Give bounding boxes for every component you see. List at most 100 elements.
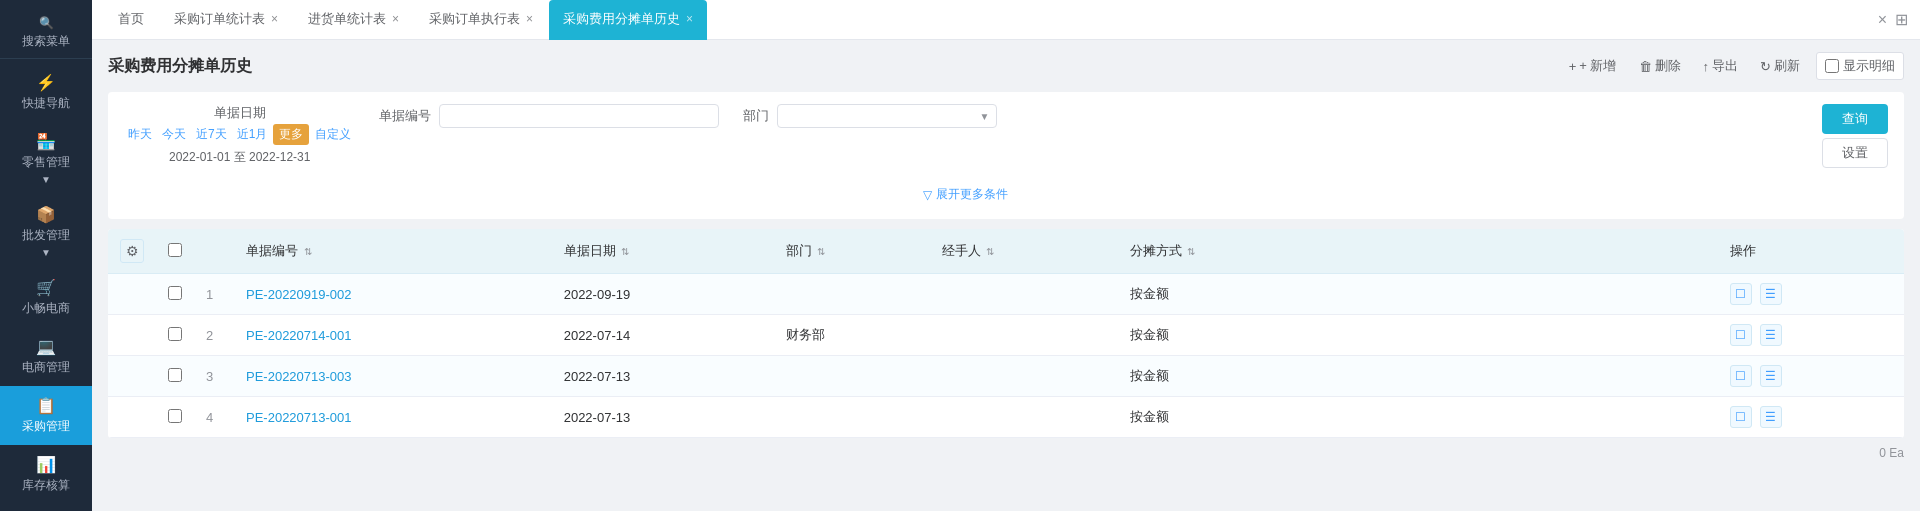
row-actions-cell: ☐ ☰ — [1718, 356, 1904, 397]
table-gear-btn[interactable]: ⚙ — [120, 239, 144, 263]
sidebar-item-inventory[interactable]: 📊 库存核算 — [0, 445, 92, 504]
tab-bar-actions: × ⊞ — [1878, 10, 1908, 29]
row-docno-link[interactable]: PE-20220713-001 — [246, 410, 352, 425]
shortcut-more[interactable]: 更多 — [273, 124, 309, 145]
row-actions-cell: ☐ ☰ — [1718, 274, 1904, 315]
dept-input[interactable] — [777, 104, 997, 128]
sidebar-item-purchase[interactable]: 📋 采购管理 — [0, 386, 92, 445]
search-icon: 🔍 — [39, 16, 54, 30]
row-view-icon[interactable]: ☐ — [1730, 365, 1752, 387]
split-sort-icon[interactable]: ⇅ — [1187, 246, 1195, 257]
add-button[interactable]: + + 新增 — [1563, 53, 1623, 79]
docno-input[interactable] — [439, 104, 719, 128]
row-split-method-cell: 按金额 — [1118, 356, 1718, 397]
row-checkbox[interactable] — [168, 286, 182, 300]
row-view-icon[interactable]: ☐ — [1730, 324, 1752, 346]
filter-dept-group: 部门 ▼ — [743, 104, 991, 128]
row-checkbox-cell — [156, 356, 194, 397]
shortcut-today[interactable]: 今天 — [158, 124, 190, 145]
row-detail-icon[interactable]: ☰ — [1760, 406, 1782, 428]
date-sort-icon[interactable]: ⇅ — [621, 246, 629, 257]
sidebar-item-retail[interactable]: 🏪 零售管理 ▼ — [0, 122, 92, 195]
export-icon: ↑ — [1703, 59, 1710, 74]
filter-date-group: 单据日期 昨天 今天 近7天 近1月 更多 自定义 2022-01-01 至 2… — [124, 104, 355, 166]
sidebar-purchase-label: 采购管理 — [22, 418, 70, 435]
shortcut-custom[interactable]: 自定义 — [311, 124, 355, 145]
row-dept-cell — [774, 274, 930, 315]
row-checkbox[interactable] — [168, 368, 182, 382]
tab-purchase-fee-history-close[interactable]: × — [686, 12, 693, 26]
row-actions-cell: ☐ ☰ — [1718, 315, 1904, 356]
docno-label: 单据编号 — [379, 107, 431, 125]
row-detail-icon[interactable]: ☰ — [1760, 283, 1782, 305]
wholesale-icon: 📦 — [36, 205, 56, 224]
page-header: 采购费用分摊单历史 + + 新增 🗑 删除 ↑ 导出 ↻ 刷新 — [108, 52, 1904, 80]
handler-sort-icon[interactable]: ⇅ — [986, 246, 994, 257]
row-dept-cell — [774, 356, 930, 397]
row-action-icons: ☐ ☰ — [1730, 283, 1892, 305]
tab-home[interactable]: 首页 — [104, 0, 158, 40]
show-cols-checkbox[interactable] — [1825, 59, 1839, 73]
tab-purchase-order-stats-label: 采购订单统计表 — [174, 10, 265, 28]
sidebar-item-quick-nav[interactable]: ⚡ 快捷导航 — [0, 63, 92, 122]
tab-purchase-order-exec[interactable]: 采购订单执行表 × — [415, 0, 547, 40]
row-checkbox[interactable] — [168, 327, 182, 341]
row-action-icons: ☐ ☰ — [1730, 324, 1892, 346]
row-view-icon[interactable]: ☐ — [1730, 283, 1752, 305]
row-docno-link[interactable]: PE-20220714-001 — [246, 328, 352, 343]
dept-sort-icon[interactable]: ⇅ — [817, 246, 825, 257]
row-handler-cell — [930, 315, 1118, 356]
page-body: 采购费用分摊单历史 + + 新增 🗑 删除 ↑ 导出 ↻ 刷新 — [92, 40, 1920, 511]
col-rownum — [194, 229, 234, 274]
docno-sort-icon[interactable]: ⇅ — [304, 246, 312, 257]
row-checkbox-cell — [156, 397, 194, 438]
row-checkbox[interactable] — [168, 409, 182, 423]
row-handler-cell — [930, 274, 1118, 315]
sidebar-item-ecom-small[interactable]: 🛒 小畅电商 — [0, 268, 92, 327]
col-settings: ⚙ — [108, 229, 156, 274]
sidebar-item-wholesale[interactable]: 📦 批发管理 ▼ — [0, 195, 92, 268]
row-detail-icon[interactable]: ☰ — [1760, 365, 1782, 387]
row-detail-icon[interactable]: ☰ — [1760, 324, 1782, 346]
shortcut-1month[interactable]: 近1月 — [233, 124, 272, 145]
shortcut-yesterday[interactable]: 昨天 — [124, 124, 156, 145]
row-docno-cell: PE-20220919-002 — [234, 274, 552, 315]
sidebar-retail-label: 零售管理 — [22, 154, 70, 171]
row-num-cell: 2 — [194, 315, 234, 356]
row-view-icon[interactable]: ☐ — [1730, 406, 1752, 428]
main-content: 首页 采购订单统计表 × 进货单统计表 × 采购订单执行表 × 采购费用分摊单历… — [92, 0, 1920, 511]
row-docno-link[interactable]: PE-20220919-002 — [246, 287, 352, 302]
retail-icon: 🏪 — [36, 132, 56, 151]
tab-purchase-order-stats-close[interactable]: × — [271, 12, 278, 26]
row-settings-cell — [108, 274, 156, 315]
tab-inbound-stats-close[interactable]: × — [392, 12, 399, 26]
row-docno-cell: PE-20220713-001 — [234, 397, 552, 438]
tab-expand-icon[interactable]: ⊞ — [1895, 10, 1908, 29]
tab-inbound-stats[interactable]: 进货单统计表 × — [294, 0, 413, 40]
sidebar-item-finance[interactable]: 💰 资金管理 — [0, 504, 92, 511]
row-docno-link[interactable]: PE-20220713-003 — [246, 369, 352, 384]
col-checkbox — [156, 229, 194, 274]
shortcut-7days[interactable]: 近7天 — [192, 124, 231, 145]
select-all-checkbox[interactable] — [168, 243, 182, 257]
sidebar-item-ecom[interactable]: 💻 电商管理 — [0, 327, 92, 386]
delete-button[interactable]: 🗑 删除 — [1633, 53, 1687, 79]
export-button[interactable]: ↑ 导出 — [1697, 53, 1745, 79]
page-title: 采购费用分摊单历史 — [108, 56, 252, 77]
table-header-row: ⚙ 单据编号 ⇅ 单据日期 ⇅ — [108, 229, 1904, 274]
col-dept: 部门 ⇅ — [774, 229, 930, 274]
show-cols-button[interactable]: 显示明细 — [1816, 52, 1904, 80]
tab-purchase-fee-history[interactable]: 采购费用分摊单历史 × — [549, 0, 707, 40]
col-docno: 单据编号 ⇅ — [234, 229, 552, 274]
expand-more-btn[interactable]: ▽ 展开更多条件 — [124, 182, 1806, 207]
purchase-icon: 📋 — [36, 396, 56, 415]
tab-purchase-order-exec-close[interactable]: × — [526, 12, 533, 26]
filter-settings-button[interactable]: 设置 — [1822, 138, 1888, 168]
query-button[interactable]: 查询 — [1822, 104, 1888, 134]
add-icon: + — [1569, 59, 1577, 74]
sidebar-item-search[interactable]: 🔍 搜索菜单 — [0, 8, 92, 59]
tab-purchase-order-stats[interactable]: 采购订单统计表 × — [160, 0, 292, 40]
tab-close-all-icon[interactable]: × — [1878, 11, 1887, 29]
retail-chevron-icon: ▼ — [41, 174, 51, 185]
refresh-button[interactable]: ↻ 刷新 — [1754, 53, 1806, 79]
